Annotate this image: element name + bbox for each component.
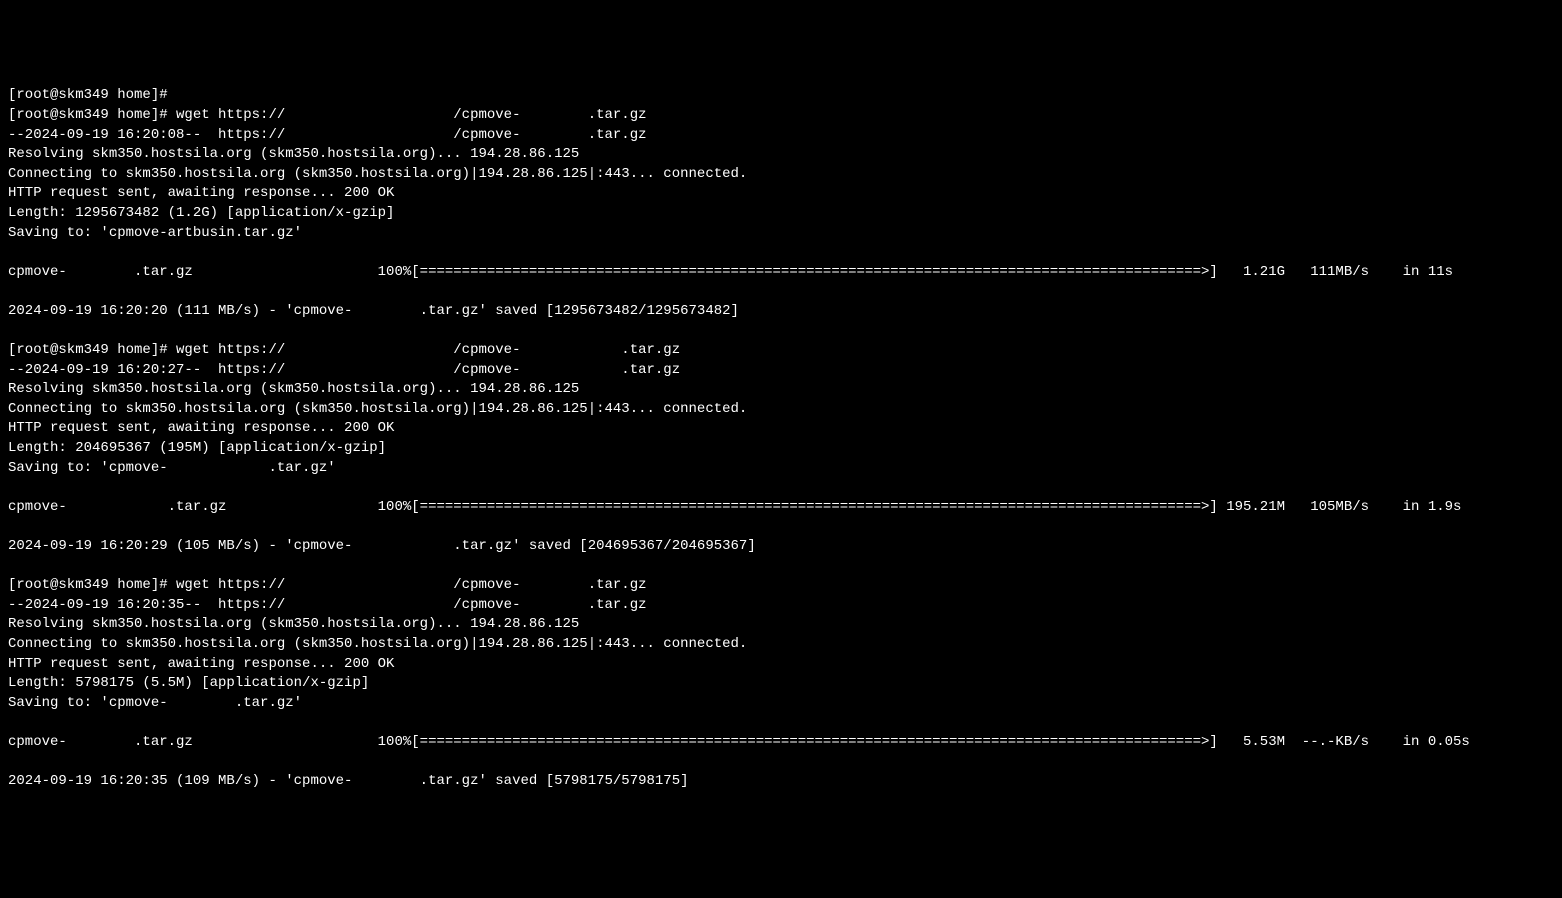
terminal-line: 2024-09-19 16:20:35 (109 MB/s) - 'cpmove… <box>8 772 1554 792</box>
terminal-line: Resolving skm350.hostsila.org (skm350.ho… <box>8 145 1554 165</box>
terminal-line <box>8 322 1554 342</box>
terminal-line: HTTP request sent, awaiting response... … <box>8 184 1554 204</box>
terminal-line: Resolving skm350.hostsila.org (skm350.ho… <box>8 615 1554 635</box>
terminal-line: [root@skm349 home]# wget https:// /cpmov… <box>8 576 1554 596</box>
terminal-line: --2024-09-19 16:20:08-- https:// /cpmove… <box>8 126 1554 146</box>
terminal-line: Saving to: 'cpmove-artbusin.tar.gz' <box>8 224 1554 244</box>
terminal-line <box>8 517 1554 537</box>
terminal-line: Connecting to skm350.hostsila.org (skm35… <box>8 165 1554 185</box>
terminal-line: Connecting to skm350.hostsila.org (skm35… <box>8 400 1554 420</box>
terminal-line: Length: 204695367 (195M) [application/x-… <box>8 439 1554 459</box>
terminal-line: Connecting to skm350.hostsila.org (skm35… <box>8 635 1554 655</box>
terminal-line: Saving to: 'cpmove- .tar.gz' <box>8 459 1554 479</box>
terminal-line: cpmove- .tar.gz 100%[===================… <box>8 498 1554 518</box>
terminal-line: 2024-09-19 16:20:29 (105 MB/s) - 'cpmove… <box>8 537 1554 557</box>
terminal-line <box>8 753 1554 773</box>
terminal-line: [root@skm349 home]# wget https:// /cpmov… <box>8 341 1554 361</box>
terminal-line <box>8 478 1554 498</box>
terminal-line: 2024-09-19 16:20:20 (111 MB/s) - 'cpmove… <box>8 302 1554 322</box>
terminal-line: Length: 1295673482 (1.2G) [application/x… <box>8 204 1554 224</box>
terminal-line: cpmove- .tar.gz 100%[===================… <box>8 733 1554 753</box>
terminal-line: --2024-09-19 16:20:35-- https:// /cpmove… <box>8 596 1554 616</box>
terminal-output[interactable]: [root@skm349 home]#[root@skm349 home]# w… <box>8 86 1554 791</box>
terminal-line: --2024-09-19 16:20:27-- https:// /cpmove… <box>8 361 1554 381</box>
terminal-line <box>8 713 1554 733</box>
terminal-line <box>8 557 1554 577</box>
terminal-line: HTTP request sent, awaiting response... … <box>8 655 1554 675</box>
terminal-line: Saving to: 'cpmove- .tar.gz' <box>8 694 1554 714</box>
terminal-line: [root@skm349 home]# <box>8 86 1554 106</box>
terminal-line: [root@skm349 home]# wget https:// /cpmov… <box>8 106 1554 126</box>
terminal-line: Length: 5798175 (5.5M) [application/x-gz… <box>8 674 1554 694</box>
terminal-line: cpmove- .tar.gz 100%[===================… <box>8 263 1554 283</box>
terminal-line: HTTP request sent, awaiting response... … <box>8 419 1554 439</box>
terminal-line <box>8 282 1554 302</box>
terminal-line: Resolving skm350.hostsila.org (skm350.ho… <box>8 380 1554 400</box>
terminal-line <box>8 243 1554 263</box>
